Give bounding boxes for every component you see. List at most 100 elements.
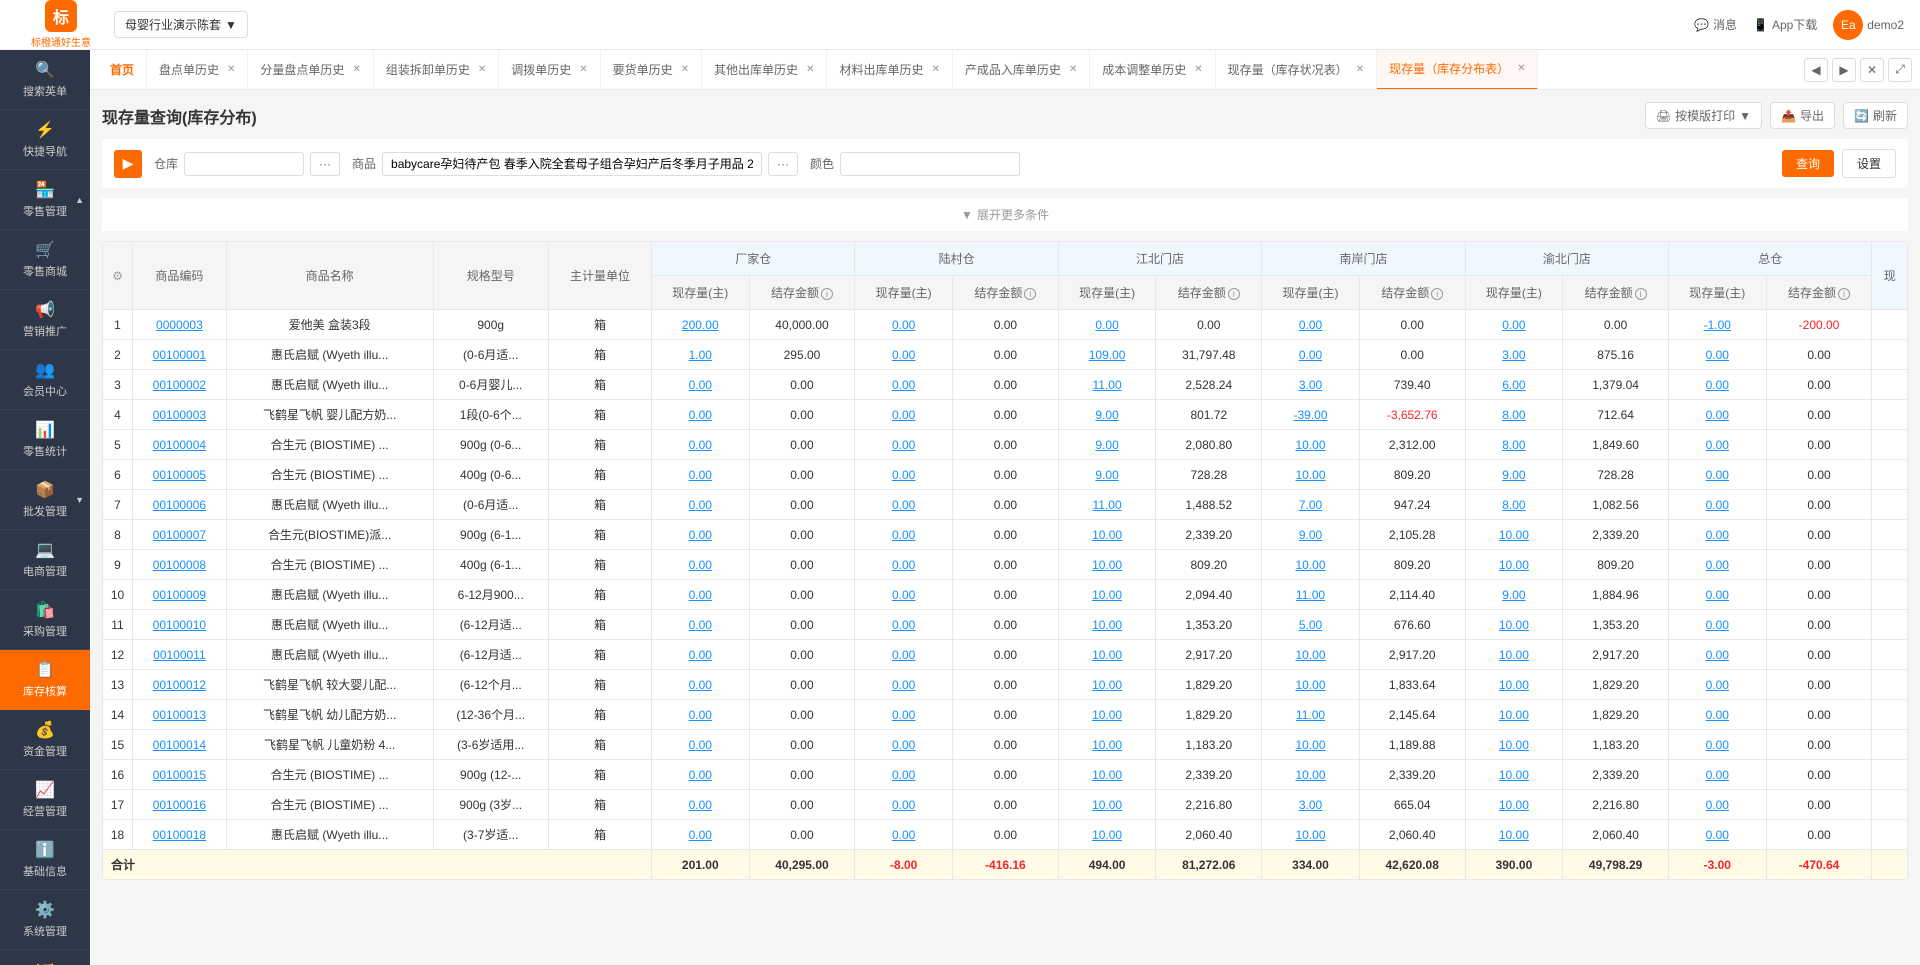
app-download-btn[interactable]: 📱 App下载	[1753, 16, 1817, 33]
row-l-qty[interactable]: 0.00	[855, 790, 952, 820]
row-na-qty[interactable]: 3.00	[1262, 370, 1359, 400]
sidebar-item-retail-stats[interactable]: 📊 零售统计	[0, 410, 90, 470]
row-l-qty[interactable]: 0.00	[855, 520, 952, 550]
row-yb-qty[interactable]: 10.00	[1465, 700, 1562, 730]
row-yb-qty[interactable]: 0.00	[1465, 310, 1562, 340]
th-settings[interactable]: ⚙	[103, 242, 133, 310]
row-na-qty[interactable]: 3.00	[1262, 790, 1359, 820]
row-na-qty[interactable]: 10.00	[1262, 430, 1359, 460]
row-tot-qty[interactable]: 0.00	[1669, 790, 1766, 820]
row-code[interactable]: 00100010	[133, 610, 227, 640]
row-code[interactable]: 00100009	[133, 580, 227, 610]
message-btn[interactable]: 💬 消息	[1694, 16, 1737, 33]
row-code[interactable]: 00100002	[133, 370, 227, 400]
row-jb-qty[interactable]: 11.00	[1058, 490, 1155, 520]
row-na-qty[interactable]: 10.00	[1262, 760, 1359, 790]
warehouse-input[interactable]	[184, 152, 304, 176]
row-l-qty[interactable]: 0.00	[855, 400, 952, 430]
info-icon[interactable]: i	[821, 288, 833, 300]
row-l-qty[interactable]: 0.00	[855, 760, 952, 790]
row-tot-qty[interactable]: 0.00	[1669, 640, 1766, 670]
row-tot-qty[interactable]: 0.00	[1669, 520, 1766, 550]
row-f-qty[interactable]: 0.00	[652, 400, 749, 430]
row-f-qty[interactable]: 0.00	[652, 640, 749, 670]
row-l-qty[interactable]: 0.00	[855, 340, 952, 370]
tab-assembly[interactable]: 组装拆卸单历史 ✕	[374, 50, 499, 90]
row-na-qty[interactable]: 11.00	[1262, 580, 1359, 610]
row-jb-qty[interactable]: 10.00	[1058, 550, 1155, 580]
row-f-qty[interactable]: 0.00	[652, 430, 749, 460]
row-tot-qty[interactable]: 0.00	[1669, 730, 1766, 760]
row-yb-qty[interactable]: 8.00	[1465, 400, 1562, 430]
tab-cost-adjust[interactable]: 成本调整单历史 ✕	[1090, 50, 1215, 90]
row-l-qty[interactable]: 0.00	[855, 550, 952, 580]
row-na-qty[interactable]: 10.00	[1262, 550, 1359, 580]
row-jb-qty[interactable]: 10.00	[1058, 580, 1155, 610]
goods-picker-btn[interactable]: ···	[768, 152, 798, 176]
tab-stock-status[interactable]: 现存量（库存状况表） ✕	[1216, 50, 1377, 90]
sidebar-item-system[interactable]: ⚙️ 系统管理	[0, 890, 90, 950]
row-f-qty[interactable]: 0.00	[652, 700, 749, 730]
row-code[interactable]: 00100012	[133, 670, 227, 700]
refresh-btn[interactable]: 🔄 刷新	[1843, 102, 1908, 129]
row-jb-qty[interactable]: 9.00	[1058, 430, 1155, 460]
row-code[interactable]: 00100005	[133, 460, 227, 490]
goods-input[interactable]	[382, 152, 762, 176]
row-code[interactable]: 00100003	[133, 400, 227, 430]
info-icon[interactable]: i	[1431, 288, 1443, 300]
row-l-qty[interactable]: 0.00	[855, 430, 952, 460]
info-icon[interactable]: i	[1228, 288, 1240, 300]
info-icon[interactable]: i	[1838, 288, 1850, 300]
row-l-qty[interactable]: 0.00	[855, 610, 952, 640]
row-na-qty[interactable]: 0.00	[1262, 310, 1359, 340]
row-jb-qty[interactable]: 10.00	[1058, 520, 1155, 550]
sidebar-item-ops[interactable]: 📈 经营管理	[0, 770, 90, 830]
tab-stock-dist[interactable]: 现存量（库存分布表） ✕	[1377, 50, 1538, 90]
row-yb-qty[interactable]: 6.00	[1465, 370, 1562, 400]
row-na-qty[interactable]: 5.00	[1262, 610, 1359, 640]
row-f-qty[interactable]: 0.00	[652, 550, 749, 580]
row-na-qty[interactable]: 10.00	[1262, 460, 1359, 490]
row-na-qty[interactable]: 7.00	[1262, 490, 1359, 520]
row-code[interactable]: 00100018	[133, 820, 227, 850]
row-tot-qty[interactable]: 0.00	[1669, 460, 1766, 490]
row-na-qty[interactable]: 11.00	[1262, 700, 1359, 730]
row-yb-qty[interactable]: 3.00	[1465, 340, 1562, 370]
row-yb-qty[interactable]: 9.00	[1465, 460, 1562, 490]
user-profile[interactable]: Ea demo2	[1833, 10, 1904, 40]
tab-close-icon[interactable]: ✕	[931, 64, 939, 75]
tab-close-icon[interactable]: ✕	[1194, 64, 1202, 75]
row-jb-qty[interactable]: 10.00	[1058, 820, 1155, 850]
row-tot-qty[interactable]: 0.00	[1669, 670, 1766, 700]
row-f-qty[interactable]: 0.00	[652, 520, 749, 550]
row-tot-qty[interactable]: 0.00	[1669, 700, 1766, 730]
tab-close-icon[interactable]: ✕	[1356, 64, 1364, 75]
row-f-qty[interactable]: 0.00	[652, 670, 749, 700]
sidebar-item-finance[interactable]: 💰 资金管理	[0, 710, 90, 770]
tab-expand-btn[interactable]: ⤢	[1888, 58, 1912, 82]
tab-close-icon[interactable]: ✕	[579, 64, 587, 75]
row-yb-qty[interactable]: 10.00	[1465, 610, 1562, 640]
sidebar-item-retail-mgmt[interactable]: 🏪 零售管理 ▲	[0, 170, 90, 230]
info-icon[interactable]: i	[1635, 288, 1647, 300]
row-jb-qty[interactable]: 10.00	[1058, 760, 1155, 790]
row-jb-qty[interactable]: 10.00	[1058, 640, 1155, 670]
sidebar-item-ecommerce[interactable]: 💻 电商管理	[0, 530, 90, 590]
row-l-qty[interactable]: 0.00	[855, 370, 952, 400]
row-tot-qty[interactable]: 0.00	[1669, 580, 1766, 610]
row-f-qty[interactable]: 0.00	[652, 370, 749, 400]
tab-material-out[interactable]: 材料出库单历史 ✕	[827, 50, 952, 90]
sidebar-item-wholesale[interactable]: 📦 批发管理 ▼	[0, 470, 90, 530]
row-code[interactable]: 00100001	[133, 340, 227, 370]
row-jb-qty[interactable]: 10.00	[1058, 700, 1155, 730]
row-yb-qty[interactable]: 8.00	[1465, 490, 1562, 520]
sidebar-item-search[interactable]: 🔍 搜索英单	[0, 50, 90, 110]
row-code[interactable]: 00100004	[133, 430, 227, 460]
tab-inventory-check[interactable]: 盘点单历史 ✕	[147, 50, 248, 90]
row-l-qty[interactable]: 0.00	[855, 640, 952, 670]
row-yb-qty[interactable]: 10.00	[1465, 790, 1562, 820]
sidebar-item-stock[interactable]: 📋 库存核算	[0, 650, 90, 710]
settings-btn[interactable]: 设置	[1842, 149, 1896, 178]
sidebar-item-marketing[interactable]: 📢 营销推广	[0, 290, 90, 350]
row-yb-qty[interactable]: 10.00	[1465, 640, 1562, 670]
